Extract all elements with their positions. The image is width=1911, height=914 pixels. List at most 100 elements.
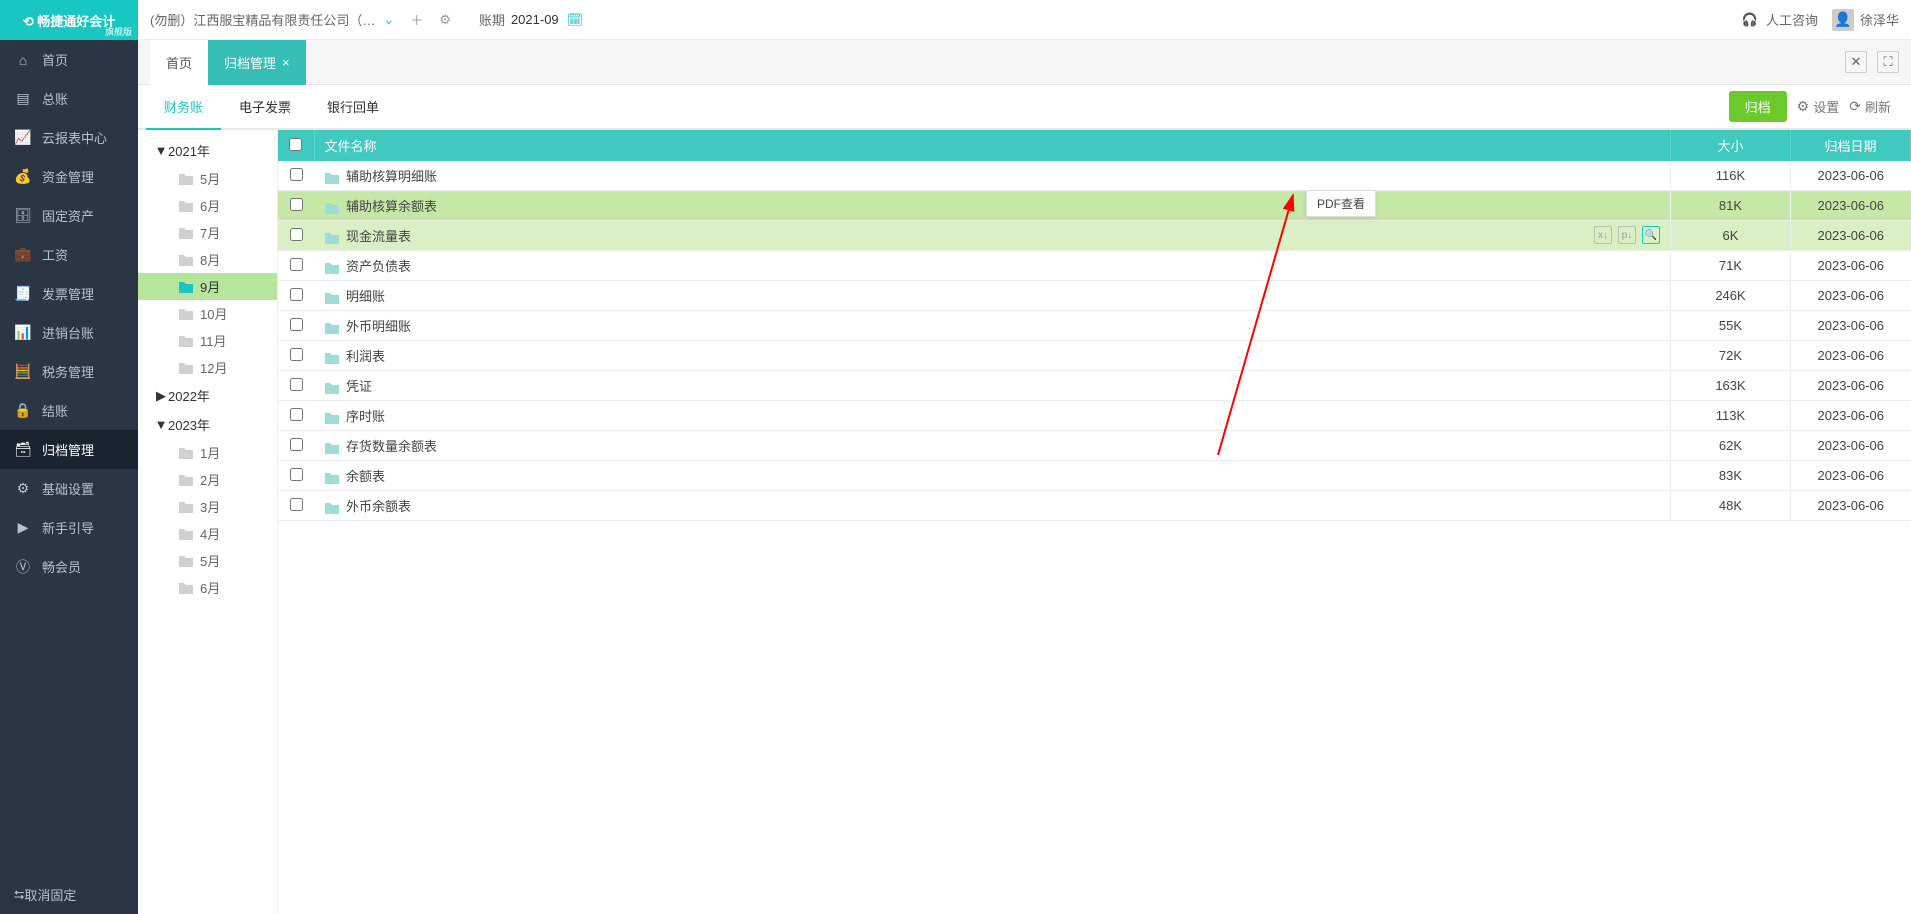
row-checkbox[interactable] bbox=[278, 221, 314, 251]
header-size[interactable]: 大小 bbox=[1671, 130, 1791, 161]
row-name: 现金流量表x↓p↓🔍 bbox=[314, 221, 1671, 251]
unpin-button[interactable]: ⮀ 取消固定 bbox=[0, 875, 138, 914]
tree-year-label: 2023年 bbox=[168, 415, 210, 434]
sidebar-item-settings[interactable]: ⚙基础设置 bbox=[0, 469, 138, 508]
table-row[interactable]: 外币余额表48K2023-06-06 bbox=[278, 491, 1911, 521]
row-size: 48K bbox=[1671, 491, 1791, 521]
row-checkbox[interactable] bbox=[278, 341, 314, 371]
sidebar-item-label: 云报表中心 bbox=[42, 128, 107, 147]
download-pdf-icon[interactable]: p↓ bbox=[1618, 226, 1636, 244]
close-button[interactable]: ✕ bbox=[1845, 51, 1867, 73]
fullscreen-button[interactable]: ⛶ bbox=[1877, 51, 1899, 73]
subtab-2[interactable]: 银行回单 bbox=[309, 85, 397, 130]
folder-icon bbox=[178, 307, 194, 321]
sidebar-item-inventory[interactable]: 📊进销台账 bbox=[0, 313, 138, 352]
tree-year[interactable]: ▼2021年 bbox=[138, 136, 277, 165]
table-row[interactable]: 辅助核算明细账116K2023-06-06 bbox=[278, 161, 1911, 191]
row-checkbox[interactable] bbox=[278, 191, 314, 221]
tab-label: 归档管理 bbox=[224, 53, 276, 72]
money-icon: 💰 bbox=[14, 168, 32, 186]
row-checkbox[interactable] bbox=[278, 491, 314, 521]
folder-icon bbox=[324, 381, 340, 395]
settings-link[interactable]: ⚙设置 bbox=[1797, 97, 1840, 116]
tree-month[interactable]: 6月 bbox=[138, 574, 277, 601]
user-menu[interactable]: 👤 徐泽华 bbox=[1832, 9, 1899, 31]
row-checkbox[interactable] bbox=[278, 401, 314, 431]
header-name[interactable]: 文件名称 bbox=[314, 130, 1671, 161]
tree-year[interactable]: ▶2022年 bbox=[138, 381, 277, 410]
gear-icon[interactable]: ⚙ bbox=[439, 12, 451, 28]
sidebar-item-archive[interactable]: 🗃归档管理 bbox=[0, 430, 138, 469]
chevron-down-icon[interactable]: ⌄ bbox=[383, 12, 394, 28]
subtab-0[interactable]: 财务账 bbox=[146, 85, 221, 130]
tree-month[interactable]: 7月 bbox=[138, 219, 277, 246]
sidebar-item-guide[interactable]: ▶新手引导 bbox=[0, 508, 138, 547]
sidebar: ⟲ 畅捷通好会计 旗舰版 ⌂首页▤总账📈云报表中心💰资金管理🗄固定资产💼工资🧾发… bbox=[0, 0, 138, 914]
sidebar-item-ledger[interactable]: ▤总账 bbox=[0, 79, 138, 118]
row-checkbox[interactable] bbox=[278, 311, 314, 341]
tab-0[interactable]: 首页 bbox=[150, 40, 208, 85]
period-value[interactable]: 2021-09 bbox=[511, 12, 559, 27]
table-row[interactable]: 存货数量余额表62K2023-06-06 bbox=[278, 431, 1911, 461]
table-row[interactable]: 辅助核算余额表81K2023-06-06 bbox=[278, 191, 1911, 221]
sidebar-item-chart[interactable]: 📈云报表中心 bbox=[0, 118, 138, 157]
sidebar-item-label: 首页 bbox=[42, 50, 68, 69]
row-checkbox[interactable] bbox=[278, 461, 314, 491]
headset-icon[interactable]: 🎧 bbox=[1742, 12, 1758, 28]
table-row[interactable]: 外币明细账55K2023-06-06 bbox=[278, 311, 1911, 341]
refresh-label: 刷新 bbox=[1865, 97, 1891, 116]
sidebar-item-asset[interactable]: 🗄固定资产 bbox=[0, 196, 138, 235]
tab-1[interactable]: 归档管理 × bbox=[208, 40, 306, 85]
refresh-link[interactable]: ⟳刷新 bbox=[1849, 97, 1891, 116]
consult-link[interactable]: 人工咨询 bbox=[1766, 10, 1818, 29]
sidebar-item-invoice[interactable]: 🧾发票管理 bbox=[0, 274, 138, 313]
tree-month[interactable]: 11月 bbox=[138, 327, 277, 354]
tree-month[interactable]: 5月 bbox=[138, 165, 277, 192]
table-row[interactable]: 资产负债表71K2023-06-06 bbox=[278, 251, 1911, 281]
tree-month[interactable]: 12月 bbox=[138, 354, 277, 381]
row-checkbox[interactable] bbox=[278, 281, 314, 311]
table-panel: 文件名称 大小 归档日期 辅助核算明细账116K2023-06-06辅助核算余额… bbox=[278, 130, 1911, 914]
table-row[interactable]: 利润表72K2023-06-06 bbox=[278, 341, 1911, 371]
sidebar-item-tax[interactable]: 🧮税务管理 bbox=[0, 352, 138, 391]
sidebar-item-label: 新手引导 bbox=[42, 518, 94, 537]
sidebar-item-close-book[interactable]: 🔒结账 bbox=[0, 391, 138, 430]
tree-month[interactable]: 5月 bbox=[138, 547, 277, 574]
table-row[interactable]: 现金流量表x↓p↓🔍6K2023-06-06 bbox=[278, 221, 1911, 251]
tree-month[interactable]: 6月 bbox=[138, 192, 277, 219]
table-row[interactable]: 余额表83K2023-06-06 bbox=[278, 461, 1911, 491]
row-date: 2023-06-06 bbox=[1791, 341, 1911, 371]
sidebar-item-vip[interactable]: Ⓥ畅会员 bbox=[0, 547, 138, 586]
sidebar-item-salary[interactable]: 💼工资 bbox=[0, 235, 138, 274]
row-checkbox[interactable] bbox=[278, 161, 314, 191]
folder-icon bbox=[324, 291, 340, 305]
company-selector[interactable]: 江西服宝精品有限责任公司（… bbox=[193, 10, 375, 29]
header-date[interactable]: 归档日期 bbox=[1791, 130, 1911, 161]
tree-month[interactable]: 4月 bbox=[138, 520, 277, 547]
tree-year[interactable]: ▼2023年 bbox=[138, 410, 277, 439]
download-excel-icon[interactable]: x↓ bbox=[1594, 226, 1612, 244]
tree-month[interactable]: 8月 bbox=[138, 246, 277, 273]
table-row[interactable]: 凭证163K2023-06-06 bbox=[278, 371, 1911, 401]
table-row[interactable]: 序时账113K2023-06-06 bbox=[278, 401, 1911, 431]
header-checkbox[interactable] bbox=[278, 130, 314, 161]
inventory-icon: 📊 bbox=[14, 324, 32, 342]
plus-icon[interactable]: ＋ bbox=[410, 10, 423, 29]
table-row[interactable]: 明细账246K2023-06-06 bbox=[278, 281, 1911, 311]
pdf-view-icon[interactable]: 🔍 bbox=[1642, 226, 1660, 244]
tree-month[interactable]: 2月 bbox=[138, 466, 277, 493]
tree-month[interactable]: 9月 bbox=[138, 273, 277, 300]
tree-month[interactable]: 3月 bbox=[138, 493, 277, 520]
row-checkbox[interactable] bbox=[278, 251, 314, 281]
row-checkbox[interactable] bbox=[278, 371, 314, 401]
sidebar-item-home[interactable]: ⌂首页 bbox=[0, 40, 138, 79]
brand-edition: 旗舰版 bbox=[105, 25, 132, 38]
subtab-1[interactable]: 电子发票 bbox=[221, 85, 309, 130]
close-icon[interactable]: × bbox=[282, 55, 290, 70]
calendar-icon[interactable]: 🗓 bbox=[567, 12, 584, 28]
tree-month[interactable]: 1月 bbox=[138, 439, 277, 466]
archive-button[interactable]: 归档 bbox=[1729, 91, 1787, 122]
sidebar-item-money[interactable]: 💰资金管理 bbox=[0, 157, 138, 196]
row-checkbox[interactable] bbox=[278, 431, 314, 461]
tree-month[interactable]: 10月 bbox=[138, 300, 277, 327]
